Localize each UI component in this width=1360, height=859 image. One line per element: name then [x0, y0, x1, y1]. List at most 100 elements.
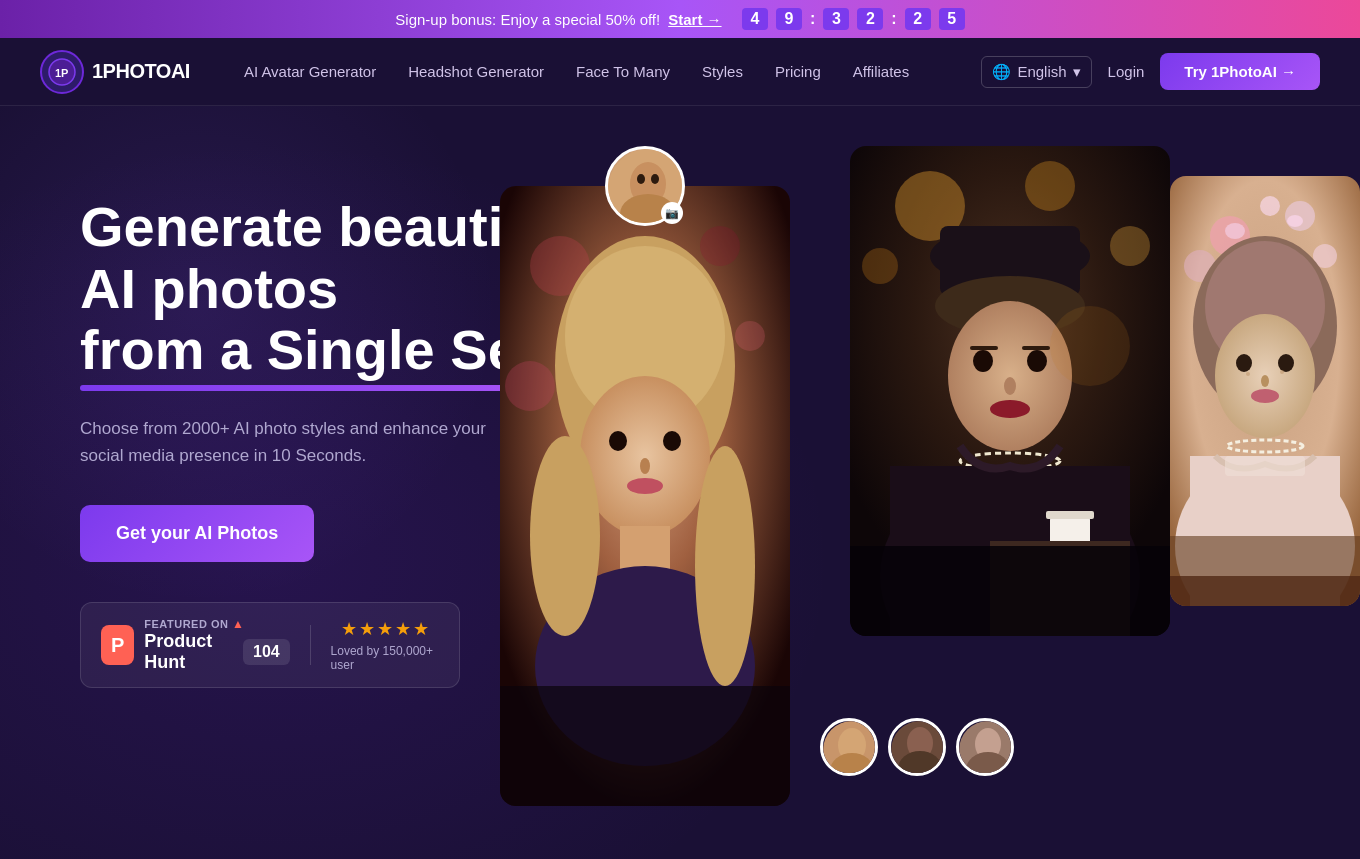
nav-affiliates[interactable]: Affiliates [839, 55, 923, 88]
logo-icon: 1P [40, 50, 84, 94]
navbar: 1P 1PHOTOAI AI Avatar Generator Headshot… [0, 38, 1360, 106]
svg-point-53 [1225, 223, 1245, 239]
svg-rect-43 [1046, 511, 1094, 519]
star3: ★ [377, 618, 393, 640]
svg-point-27 [1110, 226, 1150, 266]
nav-ai-avatar[interactable]: AI Avatar Generator [230, 55, 390, 88]
triangle-up-icon: ▲ [232, 617, 244, 631]
timer-d3: 3 [823, 8, 849, 30]
nav-face-to-many[interactable]: Face To Many [562, 55, 684, 88]
svg-point-5 [637, 174, 645, 184]
avatar-row [820, 718, 1014, 776]
ph-divider [310, 625, 311, 665]
cta-button[interactable]: Get your AI Photos [80, 505, 314, 562]
svg-point-49 [1285, 201, 1315, 231]
svg-point-58 [1236, 354, 1252, 372]
try-button[interactable]: Try 1PhotoAI → [1160, 53, 1320, 90]
globe-icon: 🌐 [992, 63, 1011, 81]
svg-rect-67 [1225, 456, 1305, 476]
chevron-down-icon: ▾ [1073, 63, 1081, 81]
ph-icon: P [101, 625, 134, 665]
ph-loved-text: Loved by 150,000+ user [331, 644, 439, 672]
svg-point-34 [1027, 350, 1047, 372]
timer-d6: 5 [939, 8, 965, 30]
login-button[interactable]: Login [1108, 63, 1145, 80]
svg-point-33 [973, 350, 993, 372]
svg-point-14 [580, 376, 710, 536]
ph-title: Product Hunt [144, 631, 229, 673]
ph-featured-on: FEATURED ON ▲ [144, 617, 289, 631]
selfie-avatar-wrapper: 📷 [605, 146, 685, 226]
ph-left: P FEATURED ON ▲ Product Hunt 104 [101, 617, 290, 673]
hero-images-right [850, 146, 1360, 636]
nav-styles[interactable]: Styles [688, 55, 757, 88]
logo-text: 1PHOTOAI [92, 60, 190, 83]
ph-stars: ★ ★ ★ ★ ★ Loved by 150,000+ user [331, 618, 439, 672]
svg-point-9 [700, 226, 740, 266]
timer-colon2: : [810, 10, 815, 28]
nav-headshot[interactable]: Headshot Generator [394, 55, 558, 88]
avatar-small-1[interactable] [820, 718, 878, 776]
banner-text: Sign-up bonus: Enjoy a special 50% off! [395, 11, 660, 28]
timer-colon1 [730, 10, 734, 28]
svg-point-18 [627, 478, 663, 494]
svg-rect-23 [500, 686, 790, 806]
svg-point-46 [1050, 306, 1130, 386]
star4: ★ [395, 618, 411, 640]
svg-rect-69 [1170, 576, 1360, 606]
ai-side-image [1170, 176, 1360, 606]
svg-rect-36 [1022, 346, 1050, 350]
svg-point-60 [1261, 375, 1269, 387]
svg-point-64 [1280, 370, 1284, 374]
svg-point-63 [1246, 372, 1250, 376]
banner-start-link[interactable]: Start → [668, 11, 721, 28]
nav-right: 🌐 English ▾ Login Try 1PhotoAI → [981, 53, 1320, 90]
svg-rect-45 [850, 546, 1170, 636]
hero-subtitle: Choose from 2000+ AI photo styles and en… [80, 415, 500, 469]
star5: ★ [413, 618, 429, 640]
lang-label: English [1017, 63, 1066, 80]
ph-count: 104 [243, 639, 290, 665]
hero-section: Generate beautiful AI photos from a Sing… [0, 106, 1360, 859]
svg-point-28 [862, 248, 898, 284]
svg-point-6 [651, 174, 659, 184]
top-banner: Sign-up bonus: Enjoy a special 50% off! … [0, 0, 1360, 38]
timer-d5: 2 [905, 8, 931, 30]
svg-point-61 [1251, 389, 1279, 403]
logo[interactable]: 1P 1PHOTOAI [40, 50, 190, 94]
svg-point-59 [1278, 354, 1294, 372]
ph-text: FEATURED ON ▲ Product Hunt 104 [144, 617, 289, 673]
language-selector[interactable]: 🌐 English ▾ [981, 56, 1091, 88]
svg-point-37 [1004, 377, 1016, 395]
stars-row: ★ ★ ★ ★ ★ [341, 618, 429, 640]
avatar-small-3[interactable] [956, 718, 1014, 776]
svg-point-52 [1260, 196, 1280, 216]
selfie-image [500, 186, 790, 806]
svg-point-17 [640, 458, 650, 474]
timer-colon3: : [891, 10, 896, 28]
svg-point-21 [530, 436, 600, 636]
hero-title-line1: Generate beautiful AI photos [80, 195, 572, 320]
svg-point-54 [1287, 215, 1303, 227]
svg-point-26 [1025, 161, 1075, 211]
svg-point-10 [735, 321, 765, 351]
svg-point-38 [990, 400, 1030, 418]
camera-icon: 📷 [661, 202, 683, 224]
svg-point-16 [663, 431, 681, 451]
nav-links: AI Avatar Generator Headshot Generator F… [230, 55, 982, 88]
svg-point-15 [609, 431, 627, 451]
svg-text:1P: 1P [55, 67, 68, 79]
product-hunt-badge: P FEATURED ON ▲ Product Hunt 104 ★ [80, 602, 460, 688]
star1: ★ [341, 618, 357, 640]
ph-p-icon: P [111, 634, 124, 657]
timer-d4: 2 [857, 8, 883, 30]
svg-point-11 [505, 361, 555, 411]
selfie-container: 📷 [500, 146, 790, 806]
svg-point-22 [695, 446, 755, 686]
timer-d2: 9 [776, 8, 802, 30]
svg-rect-35 [970, 346, 998, 350]
ai-main-image [850, 146, 1170, 636]
nav-pricing[interactable]: Pricing [761, 55, 835, 88]
timer-d1: 4 [742, 8, 768, 30]
avatar-small-2[interactable] [888, 718, 946, 776]
